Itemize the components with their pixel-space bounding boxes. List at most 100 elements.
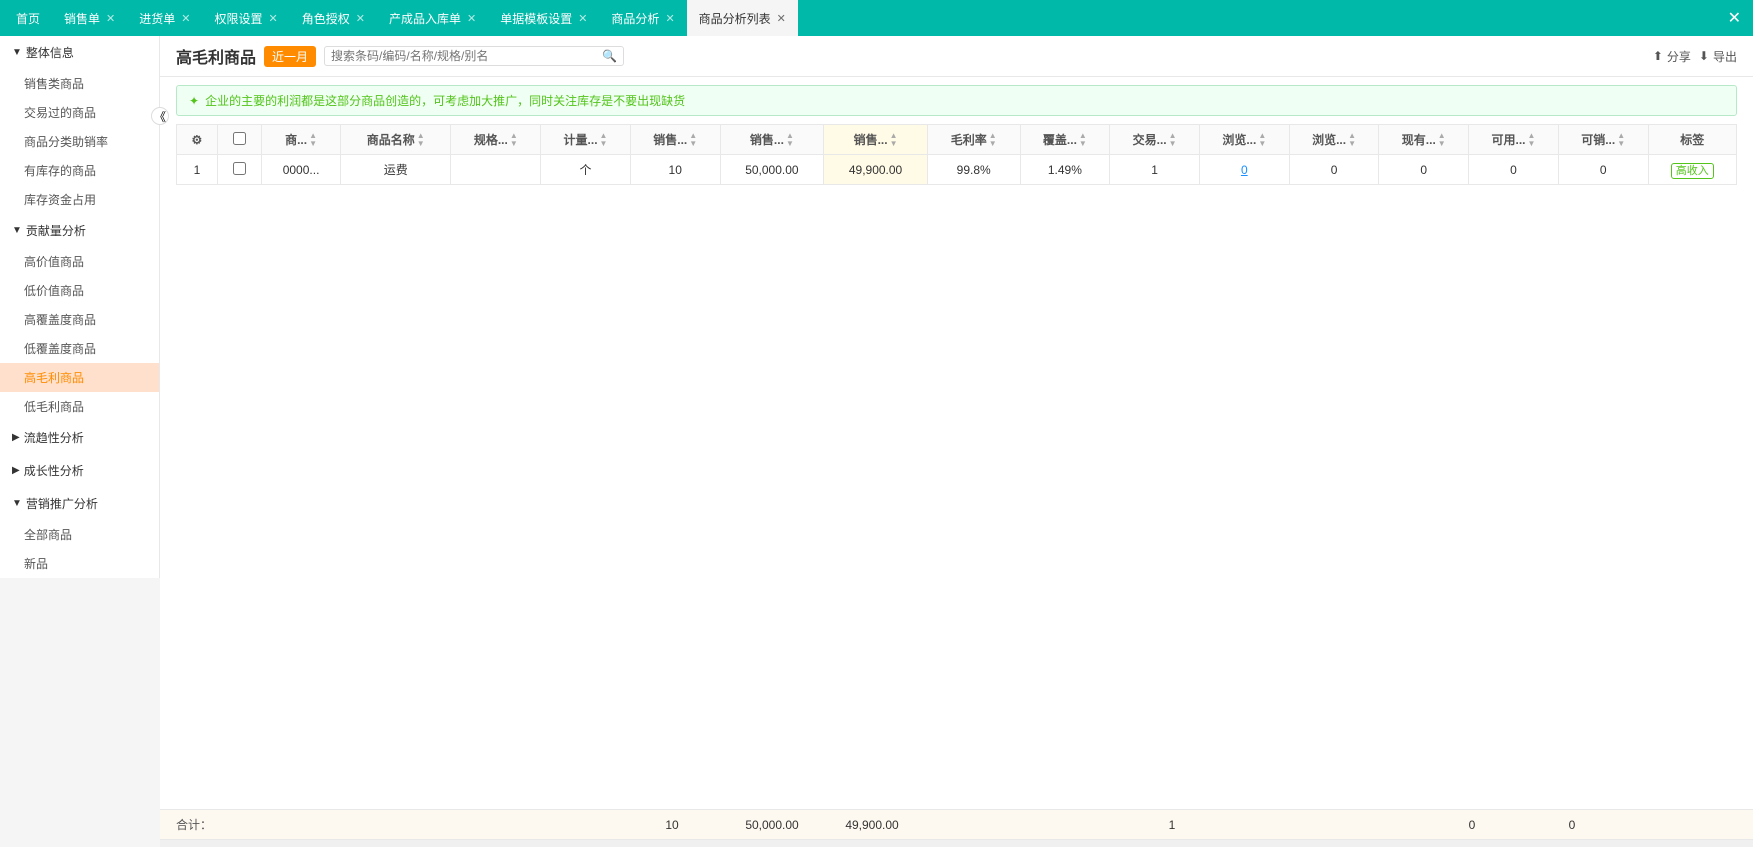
col-available-stock[interactable]: 可用... ▲▼ (1469, 125, 1559, 155)
share-icon: ⬆ (1653, 49, 1663, 63)
col-gross-margin[interactable]: 毛利率 ▲▼ (927, 125, 1020, 155)
sidebar-group-overall-items: 销售类商品 交易过的商品 商品分类助销率 有库存的商品 库存资金占用 (0, 69, 159, 214)
col-sales-cost[interactable]: 销售... ▲▼ (824, 125, 928, 155)
footer-trade: 1 (1132, 818, 1212, 832)
nav-tab-purchase[interactable]: 进货单 ✕ (127, 0, 202, 36)
table-header-row: ⚙ 商... ▲▼ 商品名称 (177, 125, 1737, 155)
col-views1[interactable]: 浏览... ▲▼ (1199, 125, 1289, 155)
col-settings[interactable]: ⚙ (177, 125, 218, 155)
col-spec[interactable]: 规格... ▲▼ (451, 125, 541, 155)
period-button[interactable]: 近一月 (264, 46, 316, 67)
sort-arrows-icon: ▲▼ (417, 132, 425, 148)
search-box: 🔍 (324, 46, 624, 66)
sidebar-item-high-margin[interactable]: 高毛利商品 (0, 363, 159, 392)
table-row: 1 0000... 运费 个 10 50,000.00 49,900.00 99… (177, 155, 1737, 185)
footer-sales-amount: 50,000.00 (732, 818, 812, 832)
sidebar-item-stock-capital[interactable]: 库存资金占用 (0, 185, 159, 214)
row-checkbox[interactable] (233, 162, 246, 175)
footer-sales-cost: 49,900.00 (832, 818, 912, 832)
cell-code: 0000... (262, 155, 341, 185)
horizontal-scrollbar[interactable] (160, 839, 1753, 847)
nav-tab-roles[interactable]: 角色授权 ✕ (290, 0, 377, 36)
col-views2[interactable]: 浏览... ▲▼ (1289, 125, 1379, 155)
cell-sales-qty: 10 (630, 155, 720, 185)
sidebar-item-low-value[interactable]: 低价值商品 (0, 276, 159, 305)
sidebar-group-marketing[interactable]: ▼ 营销推广分析 (0, 487, 159, 520)
close-icon[interactable]: ✕ (269, 12, 278, 25)
sidebar-item-traded-goods[interactable]: 交易过的商品 (0, 98, 159, 127)
sort-arrows-icon: ▲▼ (1258, 132, 1266, 148)
expand-arrow-icon: ▶ (12, 465, 20, 476)
nav-tab-product-analysis-list[interactable]: 商品分析列表 ✕ (687, 0, 798, 36)
col-checkbox[interactable] (217, 125, 261, 155)
close-icon[interactable]: ✕ (467, 12, 476, 25)
close-icon[interactable]: ✕ (777, 12, 786, 25)
col-trade[interactable]: 交易... ▲▼ (1110, 125, 1200, 155)
footer-current-stock: 0 (1432, 818, 1512, 832)
cell-tag: 高收入 (1648, 155, 1736, 185)
sort-arrows-icon: ▲▼ (1348, 132, 1356, 148)
col-unit[interactable]: 计量... ▲▼ (541, 125, 631, 155)
share-button[interactable]: ⬆ 分享 (1653, 48, 1691, 65)
sort-arrows-icon: ▲▼ (1528, 132, 1536, 148)
nav-tab-product-analysis[interactable]: 商品分析 ✕ (599, 0, 686, 36)
close-icon[interactable]: ✕ (106, 12, 115, 25)
info-icon: ✦ (189, 94, 199, 108)
close-icon[interactable]: ✕ (181, 12, 190, 25)
sidebar-collapse-button[interactable]: 《 (151, 107, 169, 125)
col-sales-amount[interactable]: 销售... ▲▼ (720, 125, 824, 155)
sidebar-item-high-coverage[interactable]: 高覆盖度商品 (0, 305, 159, 334)
info-banner: ✦ 企业的主要的利润都是这部分商品创造的，可考虑加大推广，同时关注库存是不要出现… (176, 85, 1737, 116)
nav-tab-product-entry[interactable]: 产成品入库单 ✕ (377, 0, 488, 36)
table-container: ⚙ 商... ▲▼ 商品名称 (176, 124, 1737, 809)
cell-views1[interactable]: 0 (1199, 155, 1289, 185)
col-sellable[interactable]: 可销... ▲▼ (1558, 125, 1648, 155)
sidebar-group-trend[interactable]: ▶ 流趋性分析 (0, 421, 159, 454)
sort-arrows-icon: ▲▼ (600, 132, 608, 148)
cell-sales-cost: 49,900.00 (824, 155, 928, 185)
close-icon[interactable]: ✕ (356, 12, 365, 25)
sidebar-item-new-goods[interactable]: 新品 (0, 549, 159, 578)
cell-sellable: 0 (1558, 155, 1648, 185)
close-icon[interactable]: ✕ (665, 12, 674, 25)
sort-arrows-icon: ▲▼ (309, 132, 317, 148)
cell-views2: 0 (1289, 155, 1379, 185)
cell-checkbox[interactable] (217, 155, 261, 185)
nav-tab-template-settings[interactable]: 单据模板设置 ✕ (488, 0, 599, 36)
cell-current-stock: 0 (1379, 155, 1469, 185)
col-sales-qty[interactable]: 销售... ▲▼ (630, 125, 720, 155)
select-all-checkbox[interactable] (233, 132, 246, 145)
sidebar-item-sales-goods[interactable]: 销售类商品 (0, 69, 159, 98)
sidebar-item-low-margin[interactable]: 低毛利商品 (0, 392, 159, 421)
sidebar-item-category-sales-rate[interactable]: 商品分类助销率 (0, 127, 159, 156)
sidebar-item-high-value[interactable]: 高价值商品 (0, 247, 159, 276)
close-icon[interactable]: ✕ (578, 12, 587, 25)
page-title: 高毛利商品 (176, 44, 256, 68)
sidebar-item-low-coverage[interactable]: 低覆盖度商品 (0, 334, 159, 363)
sidebar-group-overall[interactable]: ▼ 整体信息 (0, 36, 159, 69)
nav-tab-home[interactable]: 首页 (4, 0, 52, 36)
content-area: 高毛利商品 近一月 🔍 ⬆ 分享 ⬇ 导出 ✦ 企业的主要的利润都是这部分商品创… (160, 36, 1753, 847)
col-name[interactable]: 商品名称 ▲▼ (341, 125, 451, 155)
data-table: ⚙ 商... ▲▼ 商品名称 (176, 124, 1737, 185)
expand-arrow-icon: ▶ (12, 432, 20, 443)
col-coverage[interactable]: 覆盖... ▲▼ (1020, 125, 1110, 155)
sidebar-group-growth[interactable]: ▶ 成长性分析 (0, 454, 159, 487)
nav-tab-permissions[interactable]: 权限设置 ✕ (202, 0, 289, 36)
sort-arrows-icon: ▲▼ (1617, 132, 1625, 148)
nav-tab-sales[interactable]: 销售单 ✕ (52, 0, 127, 36)
content-header: 高毛利商品 近一月 🔍 ⬆ 分享 ⬇ 导出 (160, 36, 1753, 77)
sidebar: ▼ 整体信息 销售类商品 交易过的商品 商品分类助销率 有库存的商品 库存资金占… (0, 36, 160, 578)
search-input[interactable] (331, 49, 602, 63)
col-current-stock[interactable]: 现有... ▲▼ (1379, 125, 1469, 155)
search-icon[interactable]: 🔍 (602, 49, 617, 63)
export-button[interactable]: ⬇ 导出 (1699, 48, 1737, 65)
cell-index: 1 (177, 155, 218, 185)
sidebar-item-all-goods[interactable]: 全部商品 (0, 520, 159, 549)
sidebar-item-in-stock-goods[interactable]: 有库存的商品 (0, 156, 159, 185)
sidebar-group-contribution[interactable]: ▼ 贡献量分析 (0, 214, 159, 247)
expand-arrow-icon: ▼ (12, 498, 22, 509)
header-actions: ⬆ 分享 ⬇ 导出 (1653, 48, 1737, 65)
close-all-button[interactable]: ✕ (1720, 8, 1749, 28)
col-code[interactable]: 商... ▲▼ (262, 125, 341, 155)
